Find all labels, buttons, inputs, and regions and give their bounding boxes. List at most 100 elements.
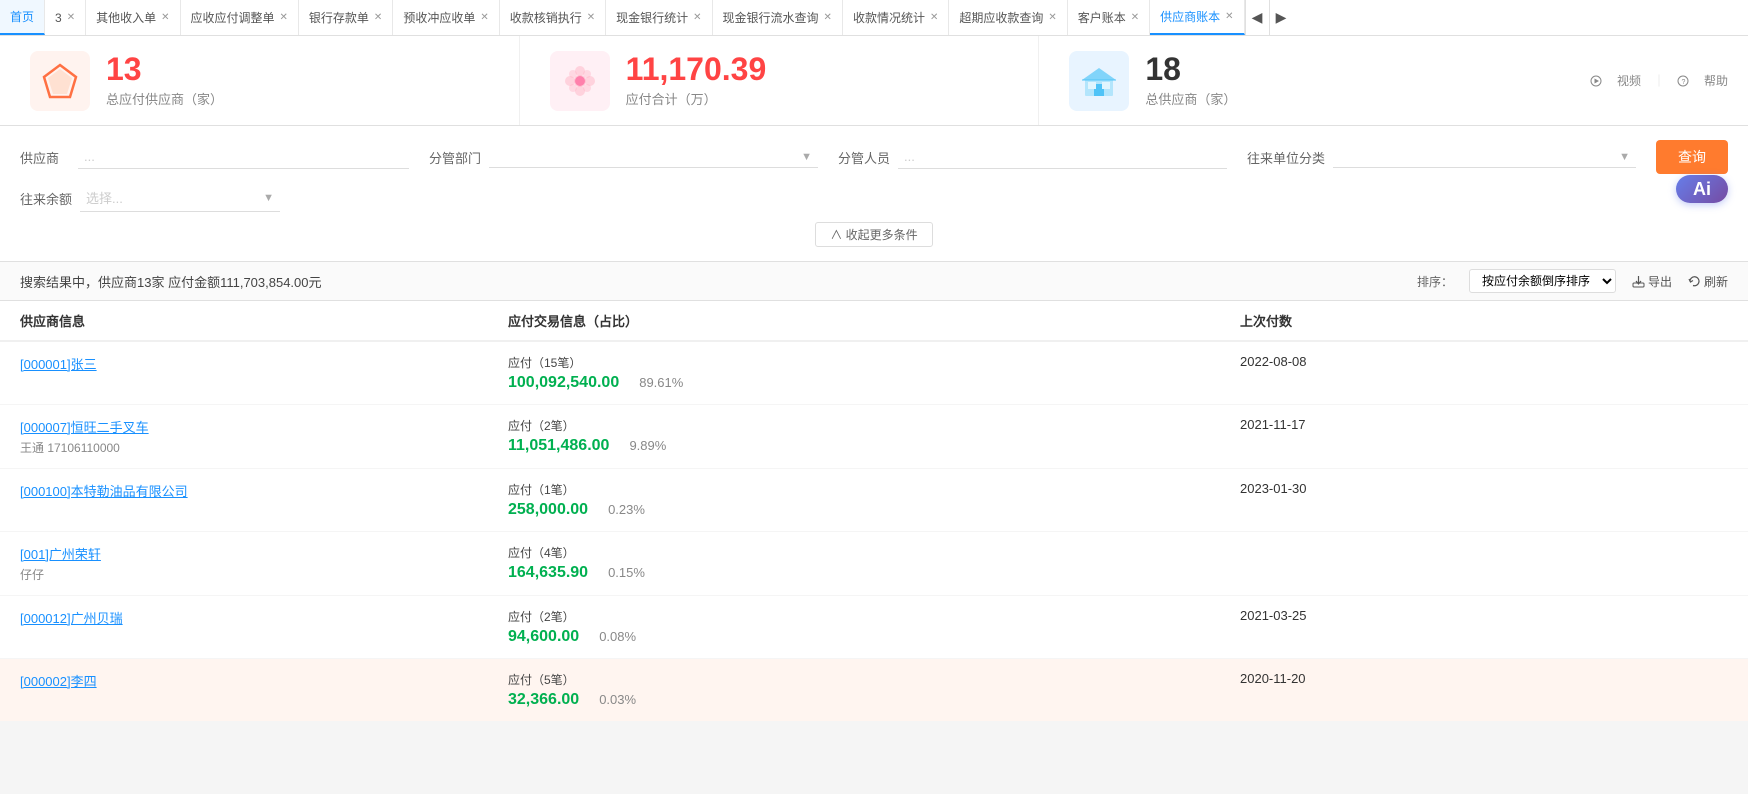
nav-tab-prepay-collect-label: 预收冲应收单: [403, 9, 475, 26]
last-pay-3: 2023-01-30: [1240, 481, 1728, 496]
supplier-label: 供应商: [20, 148, 70, 167]
nav-tab-cash-bank-flow-close[interactable]: ✕: [824, 12, 832, 23]
supplier-link-5[interactable]: [000012]广州贝瑞: [20, 608, 508, 627]
table-header: 供应商信息 应付交易信息（占比） 上次付数: [0, 301, 1748, 342]
export-button[interactable]: 导出: [1632, 273, 1672, 290]
nav-tab-bank-deposit-close[interactable]: ✕: [374, 12, 382, 23]
refresh-button[interactable]: 刷新: [1688, 273, 1728, 290]
help-link[interactable]: ? 帮助: [1677, 72, 1728, 89]
stat-label-suppliers-payable: 总应付供应商（家）: [106, 89, 223, 108]
trans-pct-3: 0.23%: [608, 502, 645, 517]
balance-dropdown-icon: ▼: [263, 192, 274, 204]
nav-scroll-right[interactable]: ▶: [1269, 0, 1293, 35]
trans-label-1: 应付（15笔）: [508, 354, 1240, 371]
supplier-sub-4: 仔仔: [20, 566, 508, 583]
stat-info-ap-total: 11,170.39 应付合计（万）: [626, 53, 767, 108]
stat-number-suppliers-payable: 13: [106, 53, 223, 85]
balance-select[interactable]: 选择... ▼: [80, 184, 280, 212]
col-header-lastpay: 上次付数: [1240, 311, 1728, 330]
supplier-input[interactable]: [78, 145, 409, 169]
supplier-info-4: [001]广州荣轩 仔仔: [20, 544, 508, 583]
person-input[interactable]: [898, 145, 1227, 169]
search-row-2: 往来余额 选择... ▼: [20, 184, 1728, 212]
stat-label-total-suppliers: 总供应商（家）: [1145, 89, 1236, 108]
trans-pct-1: 89.61%: [639, 375, 683, 390]
last-pay-2: 2021-11-17: [1240, 417, 1728, 432]
trans-pct-4: 0.15%: [608, 565, 645, 580]
result-actions: 排序： 按应付余额倒序排序 导出 刷新: [1417, 269, 1728, 293]
dept-select[interactable]: ▼: [489, 147, 818, 168]
nav-tab-bank-deposit[interactable]: 银行存款单 ✕: [299, 0, 393, 35]
help-label: 帮助: [1704, 72, 1728, 89]
collapse-button[interactable]: ∧ 收起更多条件: [815, 222, 932, 247]
table-row[interactable]: [000001]张三 应付（15笔） 100,092,540.00 89.61%…: [0, 342, 1748, 405]
search-area: 供应商 分管部门 ▼ 分管人员 往来单位分类 ▼ 查询 往来余额: [0, 126, 1748, 262]
trans-info-3: 应付（1笔） 258,000.00 0.23%: [508, 481, 1240, 519]
result-info: 搜索结果中，供应商13家 应付金额111,703,854.00元: [20, 272, 322, 291]
table-row[interactable]: [001]广州荣轩 仔仔 应付（4笔） 164,635.90 0.15%: [0, 532, 1748, 596]
person-label: 分管人员: [838, 148, 890, 167]
table-row[interactable]: [000007]恒旺二手叉车 王通 17106110000 应付（2笔） 11,…: [0, 405, 1748, 469]
supplier-link-3[interactable]: [000100]本特勒油品有限公司: [20, 481, 508, 500]
refresh-label: 刷新: [1704, 273, 1728, 290]
nav-tab-3[interactable]: 3 ✕: [45, 0, 86, 35]
trans-label-6: 应付（5笔）: [508, 671, 1240, 688]
nav-tab-overdue-collect[interactable]: 超期应收款查询 ✕: [949, 0, 1067, 35]
trans-amount-1: 100,092,540.00: [508, 374, 619, 392]
nav-scroll-left[interactable]: ◀: [1245, 0, 1269, 35]
nav-tab-prepay-collect[interactable]: 预收冲应收单 ✕: [393, 0, 499, 35]
last-pay-5: 2021-03-25: [1240, 608, 1728, 623]
nav-tab-customer-account[interactable]: 客户账本 ✕: [1068, 0, 1150, 35]
nav-tab-supplier-account-close[interactable]: ✕: [1225, 11, 1233, 22]
supplier-link-4[interactable]: [001]广州荣轩: [20, 544, 508, 563]
table-row[interactable]: [000002]李四 应付（5笔） 32,366.00 0.03% 2020-1…: [0, 659, 1748, 722]
nav-tab-home-label: 首页: [10, 8, 34, 25]
search-button[interactable]: 查询: [1656, 140, 1728, 174]
supplier-link-6[interactable]: [000002]李四: [20, 671, 508, 690]
search-row-1: 供应商 分管部门 ▼ 分管人员 往来单位分类 ▼ 查询: [20, 140, 1728, 174]
ai-badge[interactable]: Ai: [1676, 175, 1728, 203]
nav-tab-other-income-close[interactable]: ✕: [161, 12, 169, 23]
nav-tab-collect-verify-label: 收款核销执行: [510, 9, 582, 26]
nav-tab-bank-deposit-label: 银行存款单: [309, 9, 369, 26]
result-bar: 搜索结果中，供应商13家 应付金额111,703,854.00元 排序： 按应付…: [0, 262, 1748, 301]
nav-tab-prepay-collect-close[interactable]: ✕: [480, 12, 488, 23]
trans-label-4: 应付（4笔）: [508, 544, 1240, 561]
stat-info-total-suppliers: 18 总供应商（家）: [1145, 53, 1236, 108]
nav-tab-customer-account-label: 客户账本: [1078, 9, 1126, 26]
table-row[interactable]: [000012]广州贝瑞 应付（2笔） 94,600.00 0.08% 2021…: [0, 596, 1748, 659]
nav-tab-ap-adjust-close[interactable]: ✕: [280, 12, 288, 23]
nav-tab-collect-verify-close[interactable]: ✕: [587, 12, 595, 23]
stat-icon-diamond: [30, 51, 90, 111]
table-row[interactable]: [000100]本特勒油品有限公司 应付（1笔） 258,000.00 0.23…: [0, 469, 1748, 532]
trans-info-5: 应付（2笔） 94,600.00 0.08%: [508, 608, 1240, 646]
video-label: 视频: [1617, 72, 1641, 89]
nav-tab-other-income[interactable]: 其他收入单 ✕: [86, 0, 180, 35]
nav-tab-3-close[interactable]: ✕: [67, 12, 75, 23]
nav-tab-cash-bank-flow[interactable]: 现金银行流水查询 ✕: [713, 0, 843, 35]
supplier-link-1[interactable]: [000001]张三: [20, 354, 508, 373]
nav-tab-collect-stat[interactable]: 收款情况统计 ✕: [843, 0, 949, 35]
nav-tab-collect-verify[interactable]: 收款核销执行 ✕: [500, 0, 606, 35]
export-icon: [1632, 275, 1645, 288]
category-select[interactable]: ▼: [1333, 147, 1636, 168]
stat-card-suppliers-payable: 13 总应付供应商（家）: [0, 36, 520, 125]
nav-tab-supplier-account[interactable]: 供应商账本 ✕: [1150, 0, 1244, 35]
nav-tab-cash-bank-stat-close[interactable]: ✕: [693, 12, 701, 23]
nav-tab-home[interactable]: 首页: [0, 0, 45, 35]
balance-label: 往来余额: [20, 189, 72, 208]
nav-tab-collect-stat-close[interactable]: ✕: [930, 12, 938, 23]
sort-select[interactable]: 按应付余额倒序排序: [1469, 269, 1616, 293]
nav-tab-cash-bank-flow-label: 现金银行流水查询: [723, 9, 819, 26]
last-pay-1: 2022-08-08: [1240, 354, 1728, 369]
nav-tab-ap-adjust[interactable]: 应收应付调整单 ✕: [181, 0, 299, 35]
nav-tab-customer-account-close[interactable]: ✕: [1131, 12, 1139, 23]
search-field-dept: 分管部门 ▼: [429, 147, 818, 168]
video-link[interactable]: 视频: [1590, 72, 1641, 89]
supplier-link-2[interactable]: [000007]恒旺二手叉车: [20, 417, 508, 436]
last-pay-6: 2020-11-20: [1240, 671, 1728, 686]
supplier-info-5: [000012]广州贝瑞: [20, 608, 508, 627]
nav-tab-cash-bank-stat[interactable]: 现金银行统计 ✕: [606, 0, 712, 35]
nav-tab-overdue-collect-close[interactable]: ✕: [1048, 12, 1056, 23]
trans-label-5: 应付（2笔）: [508, 608, 1240, 625]
